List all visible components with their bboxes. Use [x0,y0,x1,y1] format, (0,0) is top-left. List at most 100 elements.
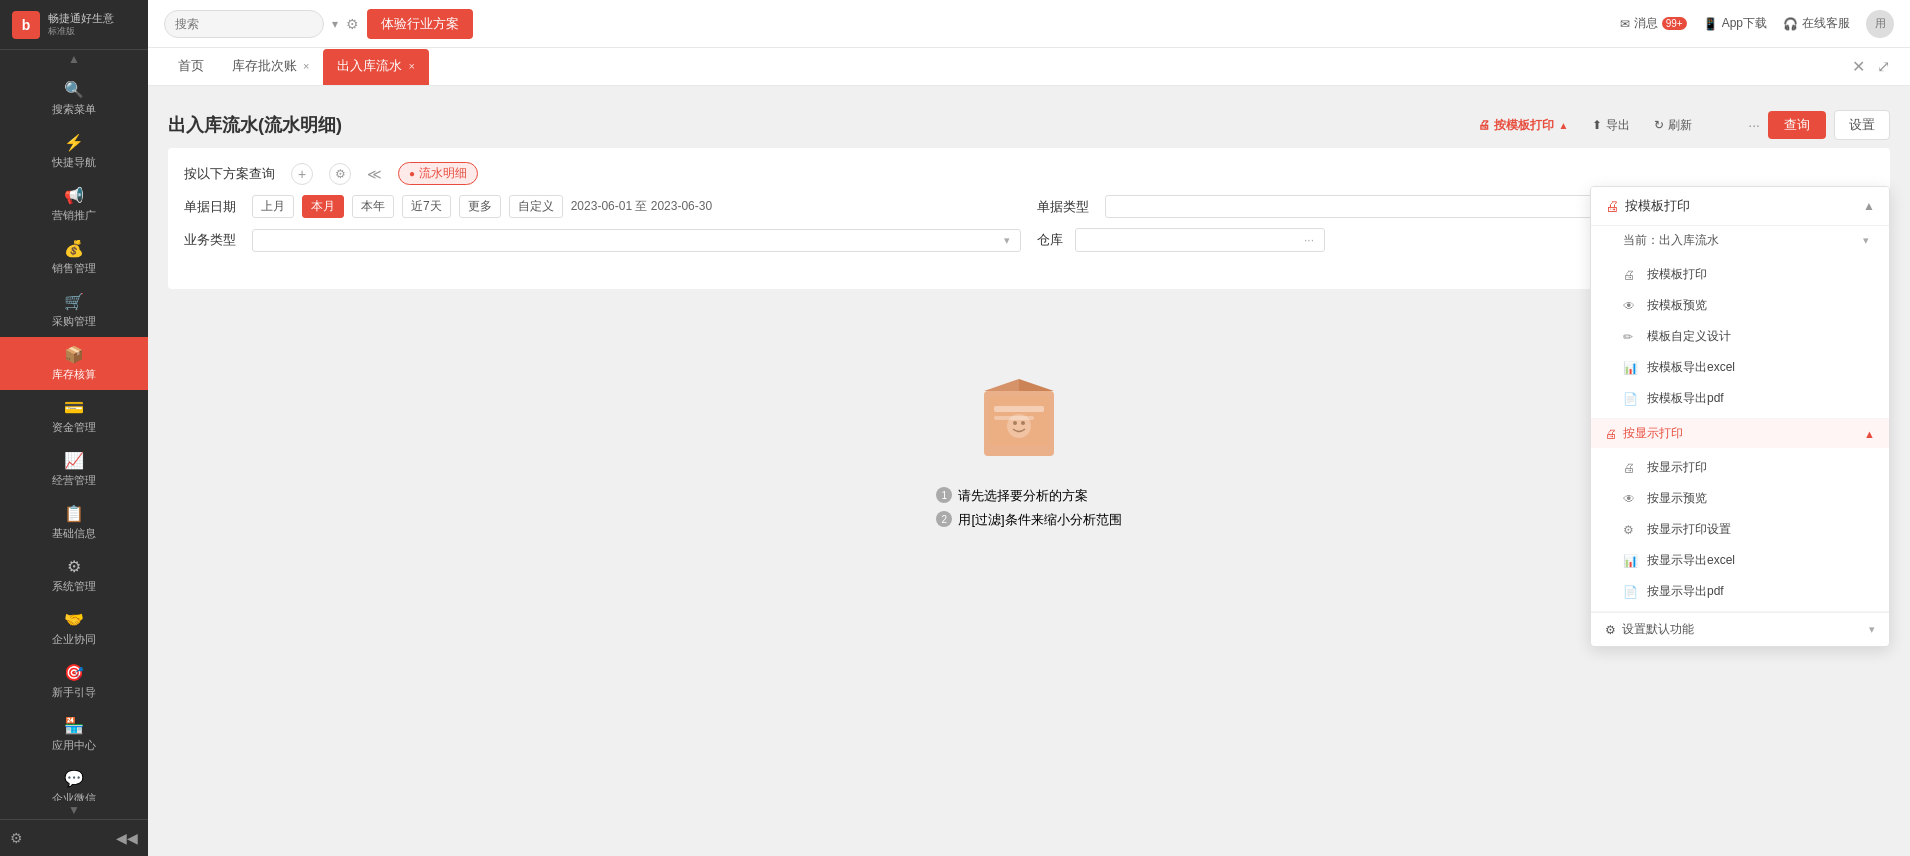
warehouse-more-icon[interactable]: ··· [1304,233,1314,247]
empty-svg [969,361,1089,471]
sidebar-item-shortcut[interactable]: ⚡ 快捷导航 [0,125,148,178]
warehouse-dropdown[interactable]: ··· [1075,228,1325,252]
sidebar-icon-finance: 💳 [64,398,84,417]
dropdown-item-display-pdf[interactable]: 📄 按显示导出pdf [1591,576,1889,607]
dropdown-item-template-pdf[interactable]: 📄 按模板导出pdf [1591,383,1889,414]
tab-batch-label: 库存批次账 [232,57,297,75]
main-content: ▾ ⚙ 体验行业方案 ✉ 消息 99+ 📱 App下载 🎧 在线客服 用 [148,0,1910,856]
hint-text-2: 用[过滤]条件来缩小分析范围 [958,511,1121,529]
topbar: ▾ ⚙ 体验行业方案 ✉ 消息 99+ 📱 App下载 🎧 在线客服 用 [148,0,1910,48]
filter-settings-btn[interactable]: ⚙ [329,163,351,185]
sidebar-footer: ⚙ ◀◀ [0,819,148,856]
filter-collapse-btn[interactable]: ≪ [367,166,382,182]
sidebar-logo: b 畅捷通好生意 标准版 [0,0,148,50]
dropdown-item-template-custom[interactable]: ✏ 模板自定义设计 [1591,321,1889,352]
sidebar-label-search: 搜索菜单 [52,102,96,117]
date-btn-last-month[interactable]: 上月 [252,195,294,218]
sidebar-collapse-icon[interactable]: ◀◀ [116,830,138,846]
sidebar-scroll-up[interactable]: ▲ [0,50,148,68]
tab-flow-close[interactable]: × [408,60,414,72]
sidebar-label-appcenter: 应用中心 [52,738,96,753]
refresh-btn[interactable]: ↻ 刷新 [1646,113,1700,138]
sidebar-scroll-down[interactable]: ▼ [0,801,148,819]
sidebar-item-corp[interactable]: 🤝 企业协同 [0,602,148,655]
dropdown-current-item[interactable]: 当前：出入库流水 ▾ [1591,226,1889,255]
dropdown-header[interactable]: 🖨 按模板打印 ▲ [1591,187,1889,226]
display-excel-label: 按显示导出excel [1647,552,1735,569]
date-btn-custom[interactable]: 自定义 [509,195,563,218]
search-dropdown-icon[interactable]: ▾ [332,17,338,31]
sidebar-icon-marketing: 📢 [64,186,84,205]
sidebar-item-newbie[interactable]: 🎯 新手引导 [0,655,148,708]
dropdown-item-template-print[interactable]: 🖨 按模板打印 [1591,259,1889,290]
filter-tag[interactable]: ● 流水明细 [398,162,478,185]
filter-add-btn[interactable]: + [291,163,313,185]
empty-hints: 1 请先选择要分析的方案 2 用[过滤]条件来缩小分析范围 [936,487,1121,535]
biz-type-dropdown[interactable]: ▾ [252,229,1021,252]
dropdown-item-display-settings[interactable]: ⚙ 按显示打印设置 [1591,514,1889,545]
tab-close-window[interactable]: ✕ [1848,57,1869,76]
app-download-btn[interactable]: 📱 App下载 [1703,15,1767,32]
sidebar-icon-sales: 💰 [64,239,84,258]
tab-home[interactable]: 首页 [164,49,218,85]
message-icon: ✉ [1620,17,1630,31]
date-btn-this-month[interactable]: 本月 [302,195,344,218]
dropdown-current-label: 当前：出入库流水 [1623,232,1719,249]
tab-batch[interactable]: 库存批次账 × [218,49,323,85]
more-options-icon[interactable]: ··· [1748,117,1760,133]
sidebar-item-sales[interactable]: 💰 销售管理 [0,231,148,284]
online-support-btn[interactable]: 🎧 在线客服 [1783,15,1850,32]
hint-num-1: 1 [936,487,952,503]
sidebar-item-basic[interactable]: 📋 基础信息 [0,496,148,549]
dropdown-item-display-preview[interactable]: 👁 按显示预览 [1591,483,1889,514]
dropdown-item-template-preview[interactable]: 👁 按模板预览 [1591,290,1889,321]
dropdown-item-template-excel[interactable]: 📊 按模板导出excel [1591,352,1889,383]
date-btn-more[interactable]: 更多 [459,195,501,218]
sidebar-item-purchase[interactable]: 🛒 采购管理 [0,284,148,337]
dropdown-section-2-header[interactable]: 🖨 按显示打印 ▲ [1591,419,1889,448]
hint-num-2: 2 [936,511,952,527]
sidebar-item-finance[interactable]: 💳 资金管理 [0,390,148,443]
sidebar-label-purchase: 采购管理 [52,314,96,329]
app-download-label: App下载 [1722,15,1767,32]
search-input[interactable] [164,10,324,38]
dropdown-item-display-print[interactable]: 🖨 按显示打印 [1591,452,1889,483]
date-btn-this-year[interactable]: 本年 [352,195,394,218]
tab-flow[interactable]: 出入库流水 × [323,49,428,85]
content-area: 出入库流水(流水明细) 🖨 按模板打印 ▲ ⬆ 导出 ↻ 刷新 ··· 查询 [148,86,1910,856]
avatar[interactable]: 用 [1866,10,1894,38]
sidebar-label-system: 系统管理 [52,579,96,594]
sidebar-item-system[interactable]: ⚙ 系统管理 [0,549,148,602]
display-excel-icon: 📊 [1623,554,1639,568]
sidebar-icon-newbie: 🎯 [64,663,84,682]
dropdown-item-display-excel[interactable]: 📊 按显示导出excel [1591,545,1889,576]
page-actions: 🖨 按模板打印 ▲ ⬆ 导出 ↻ 刷新 ··· 查询 设置 [1470,110,1890,140]
tab-batch-close[interactable]: × [303,60,309,72]
export-btn[interactable]: ⬆ 导出 [1584,113,1638,138]
sidebar-icon-purchase: 🛒 [64,292,84,311]
display-preview-label: 按显示预览 [1647,490,1707,507]
filter-tag-label: 流水明细 [419,165,467,182]
sidebar-item-search[interactable]: 🔍 搜索菜单 [0,72,148,125]
sidebar: b 畅捷通好生意 标准版 ▲ 🔍 搜索菜单 ⚡ 快捷导航 📢 营销推广 💰 销售… [0,0,148,856]
tab-home-label: 首页 [178,57,204,75]
dropdown-footer[interactable]: ⚙ 设置默认功能 ▾ [1591,612,1889,646]
sidebar-settings-icon[interactable]: ⚙ [10,830,23,846]
query-btn[interactable]: 查询 [1768,111,1826,139]
sidebar-item-inventory[interactable]: 📦 库存核算 [0,337,148,390]
template-custom-label: 模板自定义设计 [1647,328,1731,345]
tab-expand[interactable]: ⤢ [1873,57,1894,76]
sidebar-label-newbie: 新手引导 [52,685,96,700]
biz-section: 业务类型 ▾ [184,229,1021,252]
date-btn-7days[interactable]: 近7天 [402,195,451,218]
print-template-btn[interactable]: 🖨 按模板打印 ▲ [1470,113,1576,138]
sidebar-item-marketing[interactable]: 📢 营销推广 [0,178,148,231]
logo-icon: b [12,11,40,39]
industry-btn[interactable]: 体验行业方案 [367,9,473,39]
sidebar-item-operation[interactable]: 📈 经营管理 [0,443,148,496]
sidebar-item-appcenter[interactable]: 🏪 应用中心 [0,708,148,761]
settings-btn[interactable]: 设置 [1834,110,1890,140]
topbar-gear-icon[interactable]: ⚙ [346,16,359,32]
sidebar-item-wechat[interactable]: 💬 企业微信 [0,761,148,801]
message-btn[interactable]: ✉ 消息 99+ [1620,15,1687,32]
